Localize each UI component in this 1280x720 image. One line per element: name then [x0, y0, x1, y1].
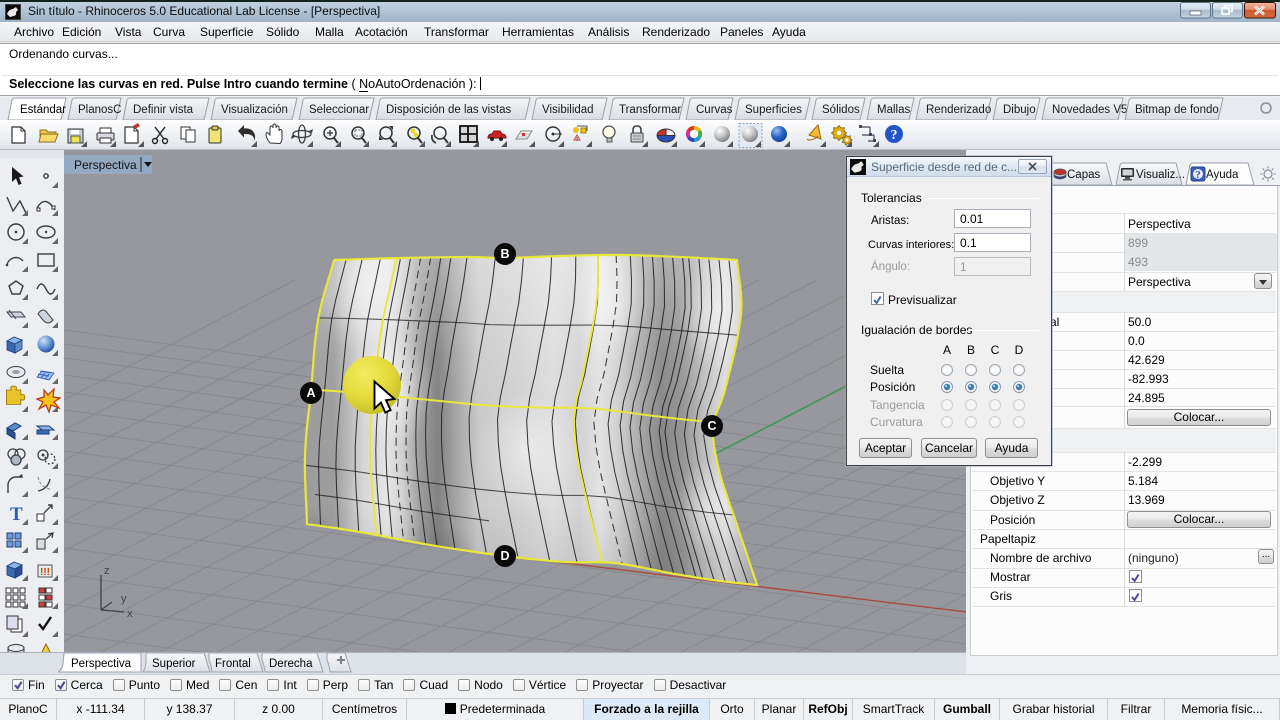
- svg-text:Perspectiva: Perspectiva: [71, 658, 132, 670]
- svg-text:PlanosC: PlanosC: [78, 104, 121, 116]
- svg-text:!!!: !!!: [40, 567, 50, 578]
- svg-text:Renderizado: Renderizado: [926, 104, 991, 116]
- svg-text:D: D: [500, 549, 509, 563]
- svg-text:Curvas: Curvas: [696, 104, 733, 116]
- svg-text:y: y: [121, 593, 127, 605]
- svg-text:Dibujo: Dibujo: [1003, 104, 1036, 116]
- svg-text:z: z: [104, 565, 110, 577]
- svg-text:Frontal: Frontal: [215, 658, 251, 670]
- svg-text:Bitmap de fondo: Bitmap de fondo: [1135, 104, 1219, 116]
- svg-text:Disposición de las vistas: Disposición de las vistas: [386, 104, 512, 116]
- svg-text:?: ?: [1195, 169, 1201, 181]
- svg-text:Superficies: Superficies: [745, 104, 802, 116]
- svg-text:Visualiz...: Visualiz...: [1136, 169, 1185, 181]
- svg-text:Superior: Superior: [152, 658, 196, 670]
- svg-text:Visualización: Visualización: [221, 104, 288, 116]
- svg-text:T: T: [10, 504, 23, 525]
- svg-text:Mallas: Mallas: [877, 104, 910, 116]
- svg-text:Seleccionar: Seleccionar: [309, 104, 369, 116]
- svg-text:Sólidos: Sólidos: [822, 104, 860, 116]
- svg-text:Novedades V5: Novedades V5: [1052, 104, 1127, 116]
- svg-text:Derecha: Derecha: [269, 658, 313, 670]
- svg-text:Perspectiva: Perspectiva: [74, 158, 137, 172]
- svg-text:Capas: Capas: [1067, 169, 1100, 181]
- svg-text:?: ?: [891, 128, 898, 143]
- svg-text:Estándar: Estándar: [20, 104, 66, 116]
- svg-text:C: C: [707, 419, 716, 433]
- svg-text:x: x: [127, 608, 133, 620]
- svg-text:Definir vista: Definir vista: [133, 104, 194, 116]
- svg-text:Visibilidad: Visibilidad: [542, 104, 594, 116]
- svg-text:Transformar: Transformar: [619, 104, 681, 116]
- svg-text:Ayuda: Ayuda: [1206, 169, 1239, 181]
- svg-text:A: A: [306, 386, 315, 400]
- svg-text:B: B: [500, 247, 509, 261]
